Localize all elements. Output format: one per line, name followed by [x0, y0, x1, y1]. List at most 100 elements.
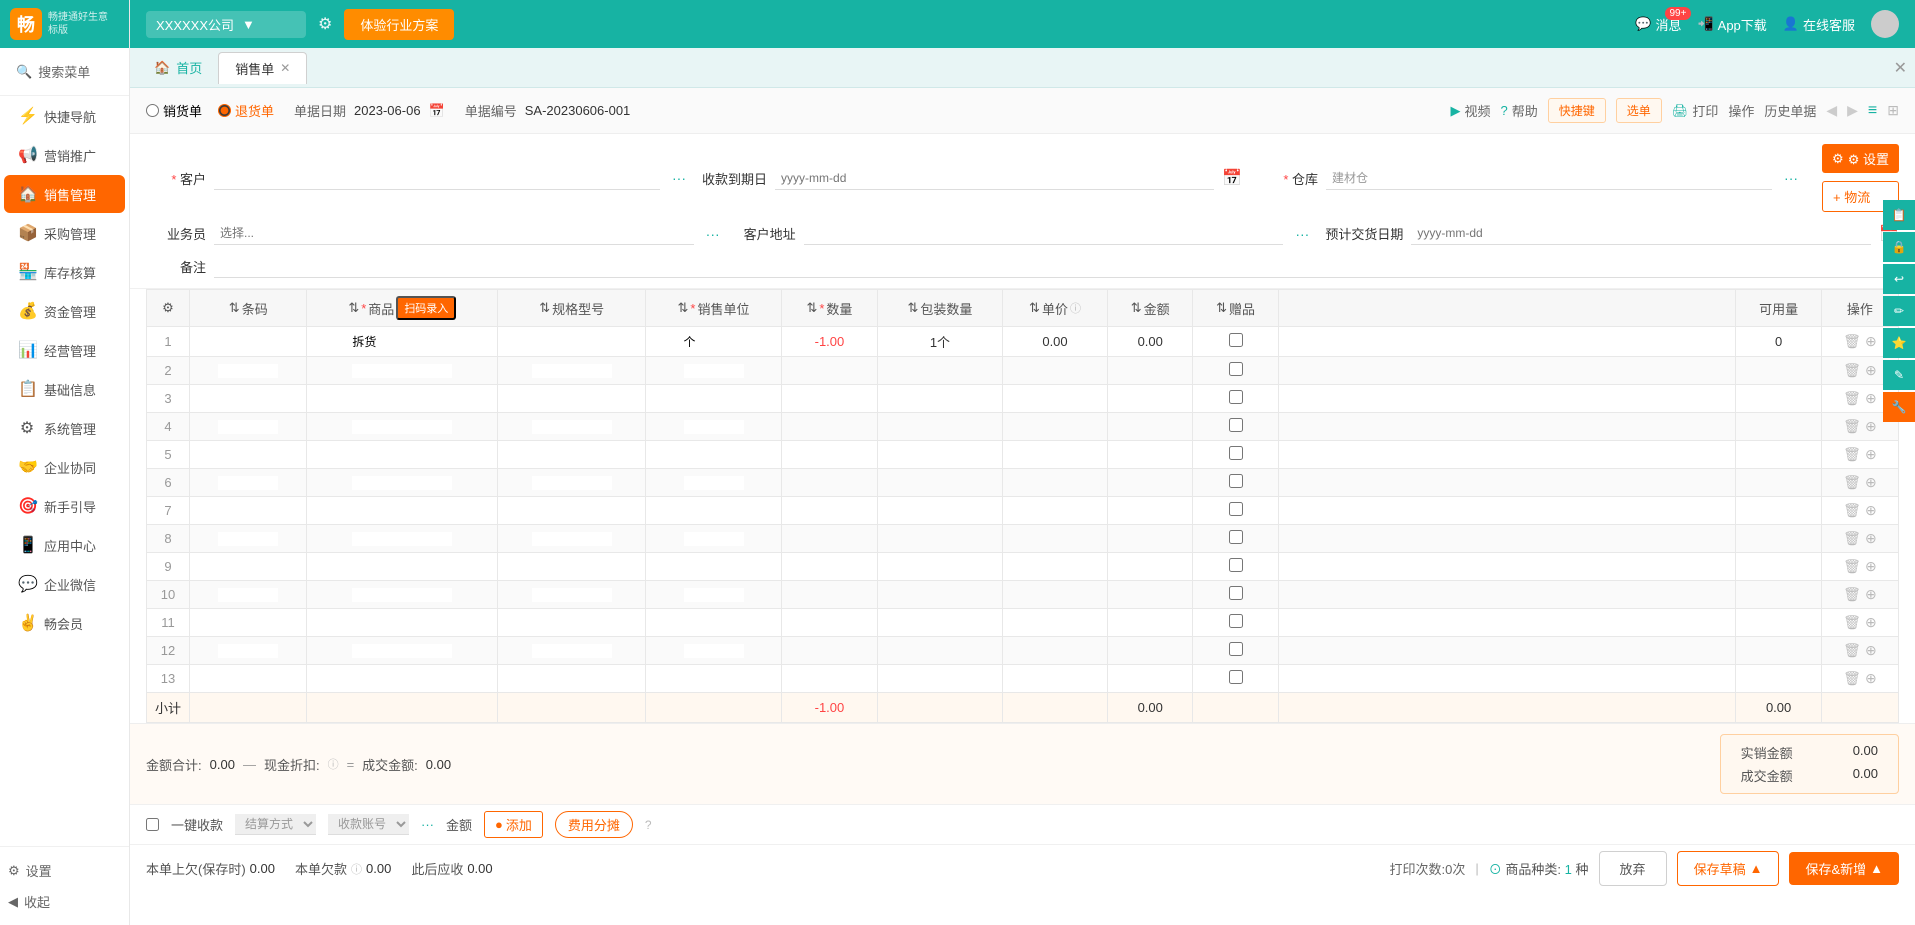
copy-row-icon[interactable]: ⊕: [1865, 418, 1877, 435]
row-qty-cell[interactable]: [781, 357, 877, 385]
spec-input[interactable]: [532, 364, 612, 378]
row-price-cell[interactable]: [1002, 525, 1107, 553]
customer-input[interactable]: [214, 167, 660, 190]
row-gift-cell[interactable]: [1193, 581, 1278, 609]
product-input[interactable]: [352, 364, 452, 378]
row-barcode-cell[interactable]: [190, 497, 307, 525]
row-gift-cell[interactable]: [1193, 609, 1278, 637]
sidebar-item-purchase[interactable]: 📦 采购管理: [4, 214, 125, 252]
customer-select-icon[interactable]: ···: [672, 170, 686, 186]
barcode-input[interactable]: [218, 532, 278, 546]
unit-input[interactable]: [684, 644, 744, 658]
gift-checkbox[interactable]: [1229, 474, 1243, 488]
copy-row-icon[interactable]: ⊕: [1865, 362, 1877, 379]
row-spec-cell[interactable]: [498, 385, 646, 413]
spec-input[interactable]: [532, 588, 612, 602]
row-price-cell[interactable]: [1002, 553, 1107, 581]
sidebar-item-apps[interactable]: 📱 应用中心: [4, 526, 125, 564]
unit-input[interactable]: [684, 616, 744, 630]
row-unit-cell[interactable]: [646, 581, 782, 609]
row-product-cell[interactable]: [307, 581, 498, 609]
row-qty-cell[interactable]: [781, 553, 877, 581]
row-barcode-cell[interactable]: [190, 385, 307, 413]
row-price-cell[interactable]: [1002, 413, 1107, 441]
help-action[interactable]: ?帮助: [1501, 101, 1538, 120]
row-spec-cell[interactable]: [498, 525, 646, 553]
tab-home[interactable]: 🏠 首页: [138, 52, 218, 83]
online-service-button[interactable]: 👤 在线客服: [1783, 15, 1855, 34]
row-unit-cell[interactable]: [646, 385, 782, 413]
row-barcode-cell[interactable]: [190, 327, 307, 357]
product-input[interactable]: [352, 560, 452, 574]
row-price-cell[interactable]: [1002, 581, 1107, 609]
row-spec-cell[interactable]: [498, 469, 646, 497]
barcode-input[interactable]: [218, 588, 278, 602]
barcode-input[interactable]: [218, 448, 278, 462]
barcode-input[interactable]: [218, 392, 278, 406]
row-price-cell[interactable]: [1002, 637, 1107, 665]
row-gift-cell[interactable]: [1193, 637, 1278, 665]
product-input[interactable]: [352, 392, 452, 406]
one-click-pay-checkbox[interactable]: [146, 818, 159, 831]
save-draft-dropdown-icon[interactable]: ▲: [1750, 861, 1763, 876]
barcode-input[interactable]: [218, 476, 278, 490]
row-unit-cell[interactable]: [646, 357, 782, 385]
nav-prev-icon[interactable]: ◀: [1826, 102, 1837, 119]
row-spec-cell[interactable]: [498, 357, 646, 385]
nav-next-icon[interactable]: ▶: [1847, 102, 1858, 119]
row-gift-cell[interactable]: [1193, 413, 1278, 441]
barcode-input[interactable]: [218, 504, 278, 518]
unit-input[interactable]: [684, 335, 744, 349]
save-new-dropdown-icon[interactable]: ▲: [1870, 861, 1883, 876]
sidebar-item-finance[interactable]: 💰 资金管理: [4, 292, 125, 330]
unit-input[interactable]: [684, 560, 744, 574]
row-barcode-cell[interactable]: [190, 441, 307, 469]
row-barcode-cell[interactable]: [190, 553, 307, 581]
row-gift-cell[interactable]: [1193, 497, 1278, 525]
right-panel-btn-2[interactable]: 🔒: [1883, 232, 1915, 262]
gift-checkbox[interactable]: [1229, 446, 1243, 460]
spec-input[interactable]: [532, 420, 612, 434]
gift-checkbox[interactable]: [1229, 390, 1243, 404]
barcode-input[interactable]: [218, 560, 278, 574]
row-spec-cell[interactable]: [498, 441, 646, 469]
row-qty-cell[interactable]: [781, 497, 877, 525]
row-barcode-cell[interactable]: [190, 469, 307, 497]
product-input[interactable]: [352, 504, 452, 518]
row-barcode-cell[interactable]: [190, 581, 307, 609]
product-input[interactable]: [352, 448, 452, 462]
row-barcode-cell[interactable]: [190, 413, 307, 441]
row-product-cell[interactable]: [307, 665, 498, 693]
list-view-icon[interactable]: ≡: [1868, 102, 1877, 120]
row-qty-cell[interactable]: [781, 441, 877, 469]
expected-date-input[interactable]: [1411, 222, 1871, 245]
delete-row-icon[interactable]: 🗑: [1843, 586, 1861, 603]
delete-row-icon[interactable]: 🗑: [1843, 614, 1861, 631]
unit-input[interactable]: [684, 476, 744, 490]
row-spec-cell[interactable]: [498, 665, 646, 693]
row-gift-cell[interactable]: [1193, 385, 1278, 413]
sidebar-item-member[interactable]: ✌ 畅会员: [4, 604, 125, 642]
row-price-cell[interactable]: [1002, 497, 1107, 525]
row-barcode-cell[interactable]: [190, 609, 307, 637]
row-product-cell[interactable]: [307, 469, 498, 497]
spec-input[interactable]: [532, 616, 612, 630]
delete-row-icon[interactable]: 🗑: [1843, 530, 1861, 547]
right-panel-btn-1[interactable]: 📋: [1883, 200, 1915, 230]
copy-row-icon[interactable]: ⊕: [1865, 558, 1877, 575]
barcode-input[interactable]: [218, 364, 278, 378]
unit-input[interactable]: [684, 364, 744, 378]
delete-row-icon[interactable]: 🗑: [1843, 502, 1861, 519]
sales-order-radio[interactable]: 销货单: [146, 101, 202, 120]
row-price-cell[interactable]: [1002, 385, 1107, 413]
gift-checkbox[interactable]: [1229, 586, 1243, 600]
warehouse-select-icon[interactable]: ···: [1784, 170, 1798, 186]
warehouse-input[interactable]: [1326, 167, 1772, 190]
barcode-input[interactable]: [218, 420, 278, 434]
product-input[interactable]: [352, 616, 452, 630]
add-payment-button[interactable]: ● 添加: [484, 811, 543, 838]
spec-input[interactable]: [532, 448, 612, 462]
row-barcode-cell[interactable]: [190, 357, 307, 385]
sidebar-settings-item[interactable]: ⚙ 设置: [0, 855, 129, 886]
unit-input[interactable]: [684, 504, 744, 518]
